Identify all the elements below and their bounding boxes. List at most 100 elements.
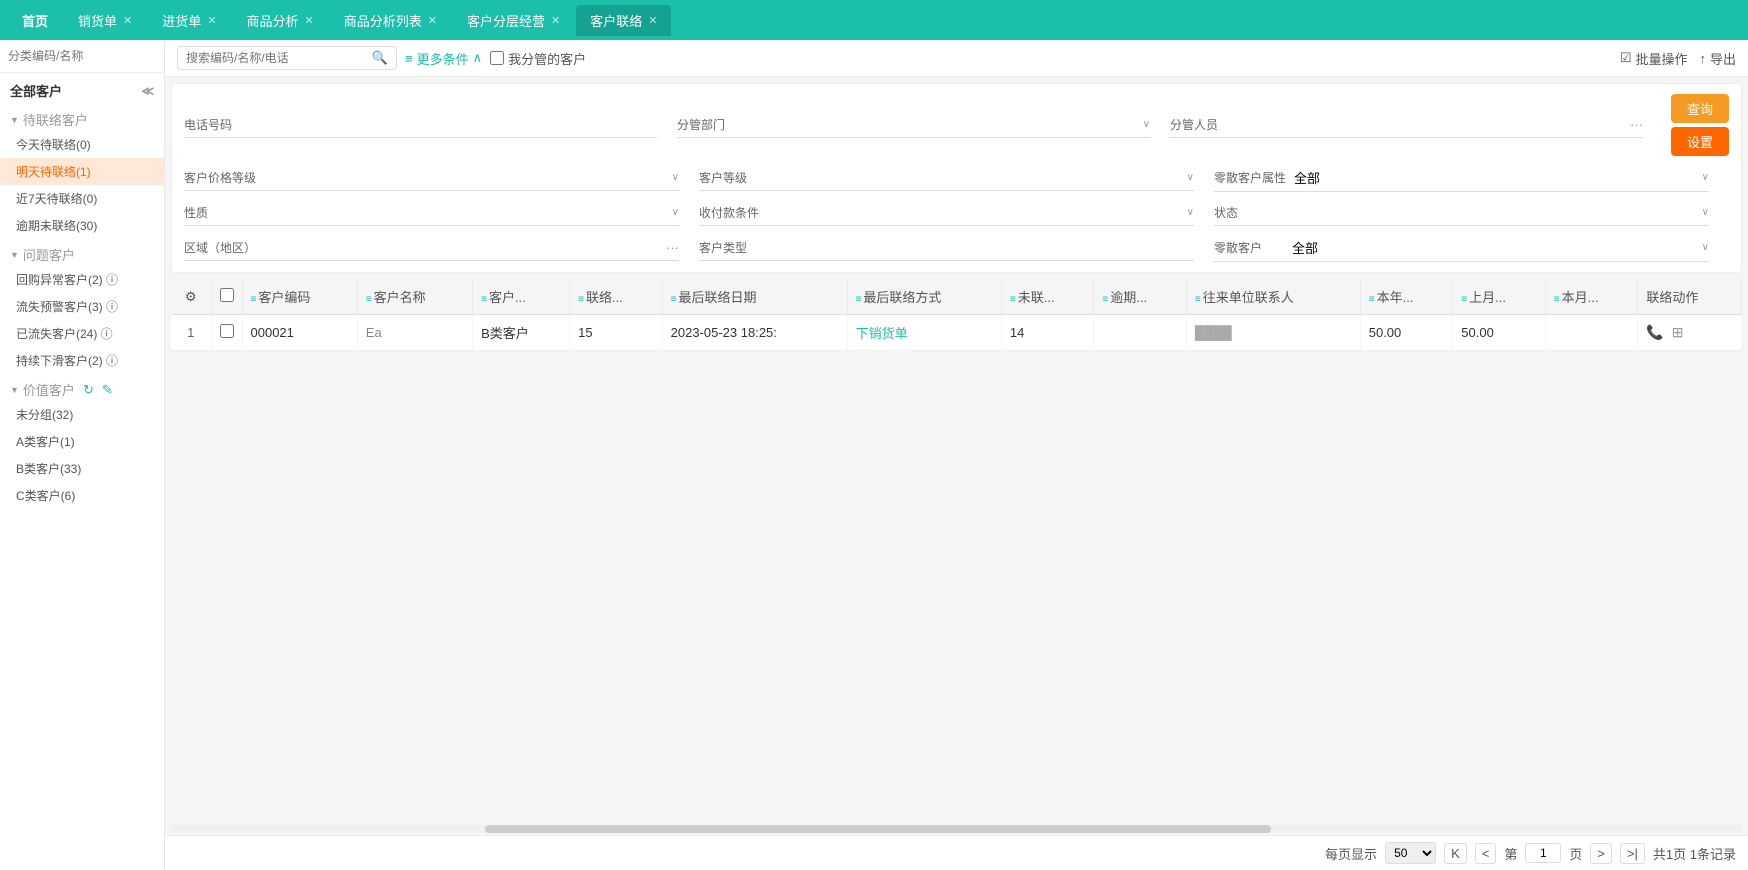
nav-purchase[interactable]: 进货单 ✕ [148,5,230,36]
col-this-month[interactable]: ≡本月... [1545,279,1638,315]
cell-this-year: 50.00 [1360,315,1453,351]
cell-type: B类客户 [473,315,570,351]
table-header-row: ⚙ ≡客户编码 ≡客户名称 ≡客户... ≡联络... ≡最后联络日期 ≡最后联… [171,279,1742,315]
page-size-select[interactable]: 50 10 20 100 [1385,842,1436,864]
batch-check-icon: ☑ [1620,50,1632,66]
search-icon[interactable]: 🔍 [372,50,388,66]
action-phone-icon[interactable]: 📞 [1646,324,1663,341]
sidebar-all-customers[interactable]: 全部客户 ≪ [0,73,164,104]
nav-purchase-close-icon[interactable]: ✕ [207,14,216,27]
next-page-button[interactable]: > [1590,843,1612,864]
last-page-button[interactable]: >| [1620,843,1645,864]
sidebar-item-repurchase-abnormal[interactable]: 回购异常客户(2) ⓘ [0,266,164,293]
settings-button[interactable]: 设置 [1671,127,1729,156]
sidebar-group-pending: 待联络客户 [0,104,164,131]
nav-analysis-label: 商品分析 [246,11,298,30]
cell-last-method[interactable]: 下销货单 [847,315,1001,351]
col-not-contacted[interactable]: ≡未联... [1001,279,1094,315]
prev-page-button[interactable]: < [1475,843,1497,864]
filter-person-ellipsis-icon[interactable]: ··· [1630,117,1643,132]
batch-operation-button[interactable]: ☑ 批量操作 [1620,49,1688,68]
filter-retail-customer: 零散客户 全部 ∨ [1214,234,1709,262]
nav-analysis-list-close-icon[interactable]: ✕ [428,14,437,27]
nav-customer-contact[interactable]: 客户联络 ✕ [576,5,671,36]
nav-customer-tier-close-icon[interactable]: ✕ [551,14,560,27]
last-method-link[interactable]: 下销货单 [856,326,908,341]
col-code[interactable]: ≡客户编码 [242,279,357,315]
row-checkbox[interactable] [220,324,234,338]
col-checkbox[interactable] [211,279,242,315]
filter-button[interactable]: ≡ 更多条件 ∧ [405,49,482,68]
col-last-date[interactable]: ≡最后联络日期 [662,279,847,315]
filter-retail-customer-value[interactable]: 全部 [1292,238,1702,257]
scrollbar-thumb[interactable] [485,825,1271,833]
col-settings[interactable]: ⚙ [171,279,211,315]
filter-nature: 性质 ∨ [184,200,679,226]
filter-dept-dropdown-icon[interactable]: ∨ [1143,119,1150,130]
page-label-2: 页 [1569,844,1582,863]
sidebar-item-ungrouped[interactable]: 未分组(32) [0,401,164,428]
filter-panel: 电话号码 分管部门 ∨ 分管人员 ··· 查询 设置 [171,83,1742,273]
nav-analysis-list[interactable]: 商品分析列表 ✕ [330,5,451,36]
sidebar-item-churned[interactable]: 已流失客户(24) ⓘ [0,320,164,347]
filter-price-level-dropdown-icon[interactable]: ∨ [672,172,679,183]
cell-checkbox[interactable] [211,315,242,351]
search-input[interactable] [186,51,368,65]
sidebar-item-overdue[interactable]: 逾期未联络(30) [0,212,164,239]
sidebar-item-today[interactable]: 今天待联络(0) [0,131,164,158]
nav-sales[interactable]: 销货单 ✕ [64,5,146,36]
col-last-month[interactable]: ≡上月... [1453,279,1546,315]
sidebar-collapse-icon[interactable]: ≪ [141,84,154,98]
nav-sales-label: 销货单 [78,11,117,30]
sidebar-item-class-c[interactable]: C类客户(6) [0,482,164,509]
filter-chevron-icon: ∧ [473,50,483,66]
sidebar-all-customers-label: 全部客户 [10,81,62,100]
col-contacts[interactable]: ≡联络... [570,279,663,315]
filter-nature-dropdown-icon[interactable]: ∨ [672,207,679,218]
col-overdue[interactable]: ≡逾期... [1094,279,1187,315]
sidebar-value-refresh-icon[interactable]: ↻ [83,382,94,398]
filter-status-dropdown-icon[interactable]: ∨ [1702,207,1709,218]
filter-retail-attr-dropdown-icon[interactable]: ∨ [1702,172,1709,183]
col-last-method[interactable]: ≡最后联络方式 [847,279,1001,315]
filter-customer-level-dropdown-icon[interactable]: ∨ [1187,172,1194,183]
nav-home[interactable]: 首页 [8,5,62,36]
cell-last-date: 2023-05-23 18:25: [662,315,847,351]
sidebar-group-value: 价值客户 ↻ ✎ [0,374,164,401]
query-button[interactable]: 查询 [1671,94,1729,123]
page-size-label: 每页显示 [1325,844,1377,863]
col-name[interactable]: ≡客户名称 [357,279,472,315]
sidebar-item-class-a[interactable]: A类客户(1) [0,428,164,455]
select-all-checkbox[interactable] [220,288,234,302]
filter-region-ellipsis-icon[interactable]: ··· [666,240,679,255]
col-company-contact[interactable]: ≡往来单位联系人 [1186,279,1360,315]
sidebar-item-7days[interactable]: 近7天待联络(0) [0,185,164,212]
sidebar-value-edit-icon[interactable]: ✎ [102,382,113,398]
sidebar-item-declining[interactable]: 持续下滑客户(2) ⓘ [0,347,164,374]
col-action: 联络动作 [1638,279,1742,315]
col-type[interactable]: ≡客户... [473,279,570,315]
filter-person-label: 分管人员 [1170,116,1240,133]
nav-analysis[interactable]: 商品分析 ✕ [232,5,327,36]
nav-purchase-label: 进货单 [162,11,201,30]
my-customers-checkbox-label[interactable]: 我分管的客户 [490,49,586,68]
filter-retail-customer-dropdown-icon[interactable]: ∨ [1702,242,1709,253]
first-page-button[interactable]: K [1444,843,1467,864]
nav-analysis-close-icon[interactable]: ✕ [305,14,314,27]
sidebar-item-tomorrow[interactable]: 明天待联络(1) [0,158,164,185]
sidebar-item-class-b[interactable]: B类客户(33) [0,455,164,482]
sidebar-item-churn-warning[interactable]: 流失预警客户(3) ⓘ [0,293,164,320]
col-this-year[interactable]: ≡本年... [1360,279,1453,315]
nav-sales-close-icon[interactable]: ✕ [123,14,132,27]
horizontal-scrollbar[interactable] [171,825,1742,833]
nav-customer-contact-close-icon[interactable]: ✕ [648,14,657,27]
sidebar-search-input[interactable] [8,49,163,63]
nav-customer-tier[interactable]: 客户分层经营 ✕ [453,5,574,36]
my-customers-checkbox[interactable] [490,51,504,65]
export-button[interactable]: ↑ 导出 [1699,49,1736,68]
table-area: ⚙ ≡客户编码 ≡客户名称 ≡客户... ≡联络... ≡最后联络日期 ≡最后联… [171,279,1742,823]
filter-retail-attr-value[interactable]: 全部 [1294,168,1702,187]
action-qr-icon[interactable]: ⊞ [1672,324,1684,341]
page-input[interactable] [1525,843,1561,863]
filter-payment-dropdown-icon[interactable]: ∨ [1187,207,1194,218]
